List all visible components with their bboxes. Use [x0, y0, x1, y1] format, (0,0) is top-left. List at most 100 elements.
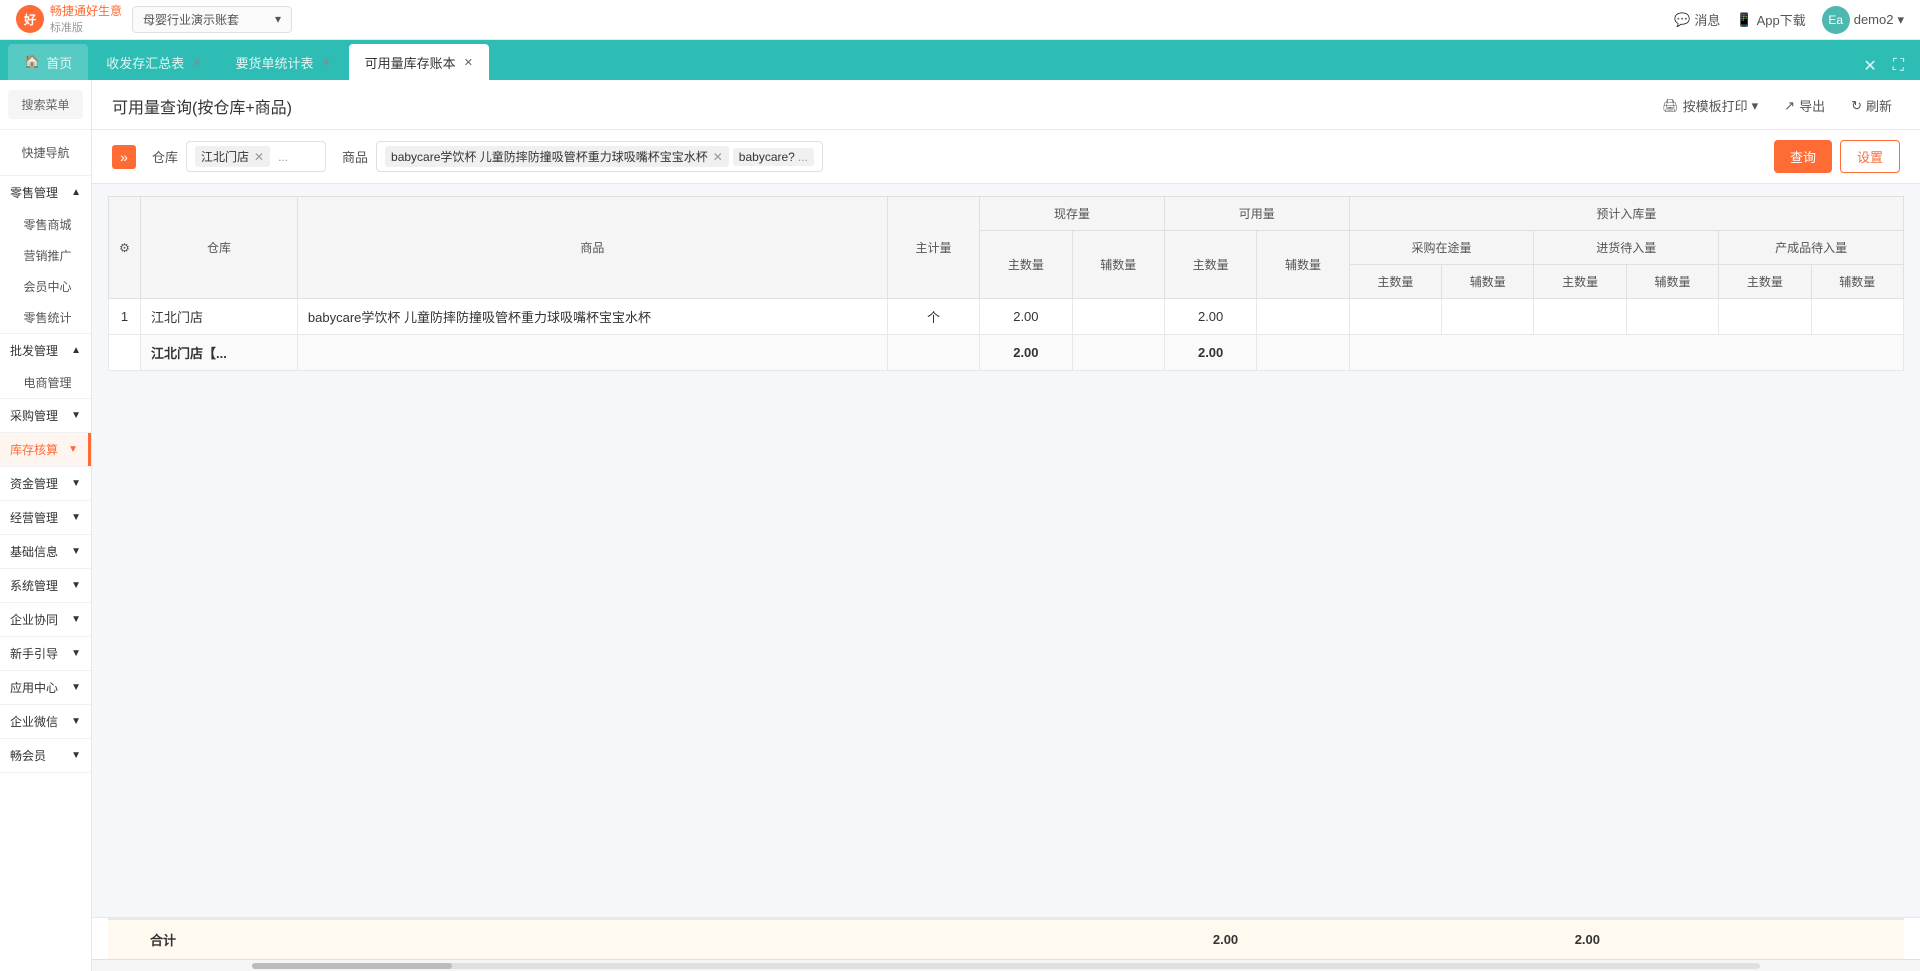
- horizontal-scrollbar[interactable]: [92, 959, 1920, 971]
- row-inbound-main: [1534, 299, 1626, 335]
- sidebar-group-wechat: 企业微信 ▼: [0, 705, 91, 739]
- scroll-thumb[interactable]: [252, 963, 452, 969]
- total-table: 合计 2.00 2.00: [108, 918, 1904, 959]
- close-all-tabs-btn[interactable]: ✕: [1859, 52, 1880, 80]
- product-filter: 商品 babycare学饮杯 儿童防摔防撞吸管杯重力球吸嘴杯宝宝水杯 ✕ bab…: [342, 141, 823, 172]
- filter-area: » 仓库 江北门店 ✕ ... 商品 babycare学饮杯 儿童防摔防撞吸管杯…: [92, 130, 1920, 184]
- row-current-aux: [1072, 299, 1164, 335]
- sidebar-group-wholesale-header[interactable]: 批发管理 ▲: [0, 334, 91, 367]
- user-menu[interactable]: Ea demo2 ▾: [1822, 6, 1904, 34]
- search-menu-btn[interactable]: 搜索菜单: [8, 90, 83, 119]
- sidebar-item-marketing[interactable]: 营销推广: [0, 240, 91, 271]
- sidebar-group-operations-header[interactable]: 经营管理 ▼: [0, 501, 91, 534]
- total-label: 合计: [140, 919, 321, 959]
- scroll-track: [252, 963, 1760, 969]
- sidebar-group-finance: 资金管理 ▼: [0, 467, 91, 501]
- group-planned: [1349, 335, 1903, 371]
- sidebar-group-newbie: 新手引导 ▼: [0, 637, 91, 671]
- total-empty-1: [108, 919, 140, 959]
- settings-button[interactable]: 设置: [1840, 140, 1900, 173]
- row-current-main: 2.00: [980, 299, 1072, 335]
- sidebar-group-app-center-header[interactable]: 应用中心 ▼: [0, 671, 91, 704]
- chevron-down-icon: ▼: [71, 512, 81, 523]
- data-table: ⚙ 仓库 商品 主计量 现存量 可用量 预计入库量 主数量 辅数量 主数量 辅数…: [108, 196, 1904, 371]
- total-empty-4: [1859, 919, 1904, 959]
- chevron-down-icon: ▾: [1897, 12, 1904, 28]
- sidebar-search-area: 搜索菜单: [0, 80, 91, 130]
- main-area: 搜索菜单 快捷导航 零售管理 ▲ 零售商城 营销推广 会员中心 零售统计 批发管…: [0, 80, 1920, 971]
- avatar: Ea: [1822, 6, 1850, 34]
- query-button[interactable]: 查询: [1774, 140, 1832, 173]
- th-settings[interactable]: ⚙: [109, 197, 141, 299]
- row-main-unit: 个: [887, 299, 979, 335]
- nav-tabs: 🏠 首页 收发存汇总表 ✕ 要货单统计表 ✕ 可用量库存账本 ✕ ✕ ⛶: [0, 40, 1920, 80]
- th-product: 商品: [297, 197, 887, 299]
- tab-available-stock[interactable]: 可用量库存账本 ✕: [349, 44, 489, 80]
- warehouse-more-options[interactable]: ...: [274, 150, 292, 164]
- th-inbound-main: 主数量: [1534, 265, 1626, 299]
- th-purchase-main: 主数量: [1349, 265, 1441, 299]
- th-main-unit: 主计量: [887, 197, 979, 299]
- print-btn[interactable]: 🖨 按模板打印 ▾: [1654, 92, 1766, 119]
- sidebar-group-member-loyalty-header[interactable]: 畅会员 ▼: [0, 739, 91, 772]
- row-production-main: [1719, 299, 1811, 335]
- total-current-main: 2.00: [1135, 919, 1316, 959]
- row-available-main: 2.00: [1164, 299, 1256, 335]
- group-product: [297, 335, 887, 371]
- top-bar: 好 畅捷通好生意 标准版 母婴行业演示账套 ▾ 💬 消息 📱 App下载 Ea …: [0, 0, 1920, 40]
- th-available-qty: 可用量: [1164, 197, 1349, 231]
- product-input[interactable]: babycare学饮杯 儿童防摔防撞吸管杯重力球吸嘴杯宝宝水杯 ✕ babyca…: [376, 141, 823, 172]
- refresh-btn[interactable]: ↻ 刷新: [1843, 92, 1900, 119]
- warehouse-input[interactable]: 江北门店 ✕ ...: [186, 141, 326, 172]
- sidebar-group-retail-header[interactable]: 零售管理 ▲: [0, 176, 91, 209]
- tab-income-expense[interactable]: 收发存汇总表 ✕: [90, 44, 217, 80]
- close-tab-order-stats[interactable]: ✕: [321, 56, 330, 69]
- message-btn[interactable]: 💬 消息: [1674, 10, 1720, 29]
- th-current-aux-qty: 辅数量: [1072, 231, 1164, 299]
- total-section: 合计 2.00 2.00: [92, 917, 1920, 959]
- th-available-main-qty: 主数量: [1164, 231, 1256, 299]
- close-tab-income-expense[interactable]: ✕: [192, 56, 201, 69]
- th-current-main-qty: 主数量: [980, 231, 1072, 299]
- industry-selector[interactable]: 母婴行业演示账套 ▾: [132, 6, 292, 33]
- warehouse-filter: 仓库 江北门店 ✕ ...: [152, 141, 326, 172]
- chevron-up-icon: ▲: [71, 187, 81, 198]
- sidebar-group-basic-header[interactable]: 基础信息 ▼: [0, 535, 91, 568]
- sidebar-item-retail-store[interactable]: 零售商城: [0, 209, 91, 240]
- th-inbound-aux: 辅数量: [1626, 265, 1718, 299]
- tab-order-stats[interactable]: 要货单统计表 ✕: [219, 44, 346, 80]
- refresh-icon: ↻: [1851, 98, 1862, 114]
- app-download-btn[interactable]: 📱 App下载: [1736, 10, 1805, 29]
- remove-warehouse-tag[interactable]: ✕: [254, 150, 264, 164]
- nav-tab-actions: ✕ ⛶: [1859, 52, 1920, 80]
- sidebar-item-retail-stats[interactable]: 零售统计: [0, 302, 91, 333]
- export-btn[interactable]: ↗ 导出: [1776, 92, 1833, 119]
- row-product: babycare学饮杯 儿童防摔防撞吸管杯重力球吸嘴杯宝宝水杯: [297, 299, 887, 335]
- remove-product-tag-1[interactable]: ✕: [713, 150, 723, 164]
- close-tab-available-stock[interactable]: ✕: [464, 56, 473, 69]
- expand-tabs-btn[interactable]: ⛶: [1889, 53, 1908, 79]
- sidebar-group-inventory-header[interactable]: 库存核算 ▼: [0, 433, 91, 466]
- sidebar-item-ecommerce[interactable]: 电商管理: [0, 367, 91, 398]
- sidebar-group-enterprise-header[interactable]: 企业协同 ▼: [0, 603, 91, 636]
- sidebar-group-procurement: 采购管理 ▼: [0, 399, 91, 433]
- page-actions: 🖨 按模板打印 ▾ ↗ 导出 ↻ 刷新: [1654, 92, 1900, 119]
- sidebar-quick-nav: 快捷导航: [0, 130, 91, 176]
- filter-expand-btn[interactable]: »: [112, 145, 136, 169]
- sidebar-group-finance-header[interactable]: 资金管理 ▼: [0, 467, 91, 500]
- sidebar-item-member[interactable]: 会员中心: [0, 271, 91, 302]
- sidebar-group-system-header[interactable]: 系统管理 ▼: [0, 569, 91, 602]
- row-purchase-aux: [1442, 299, 1534, 335]
- sidebar-group-wechat-header[interactable]: 企业微信 ▼: [0, 705, 91, 738]
- print-icon: 🖨: [1662, 98, 1679, 114]
- sidebar-group-newbie-header[interactable]: 新手引导 ▼: [0, 637, 91, 670]
- logo-icon: 好: [16, 5, 44, 33]
- chevron-down-icon: ▼: [71, 580, 81, 591]
- total-available-aux: [1678, 919, 1859, 959]
- total-available-main: 2.00: [1497, 919, 1678, 959]
- sidebar-group-procurement-header[interactable]: 采购管理 ▼: [0, 399, 91, 432]
- row-warehouse: 江北门店: [141, 299, 298, 335]
- chevron-down-icon: ▼: [71, 682, 81, 693]
- sidebar-item-quick-nav[interactable]: 快捷导航: [0, 136, 91, 169]
- tab-home[interactable]: 🏠 首页: [8, 44, 88, 80]
